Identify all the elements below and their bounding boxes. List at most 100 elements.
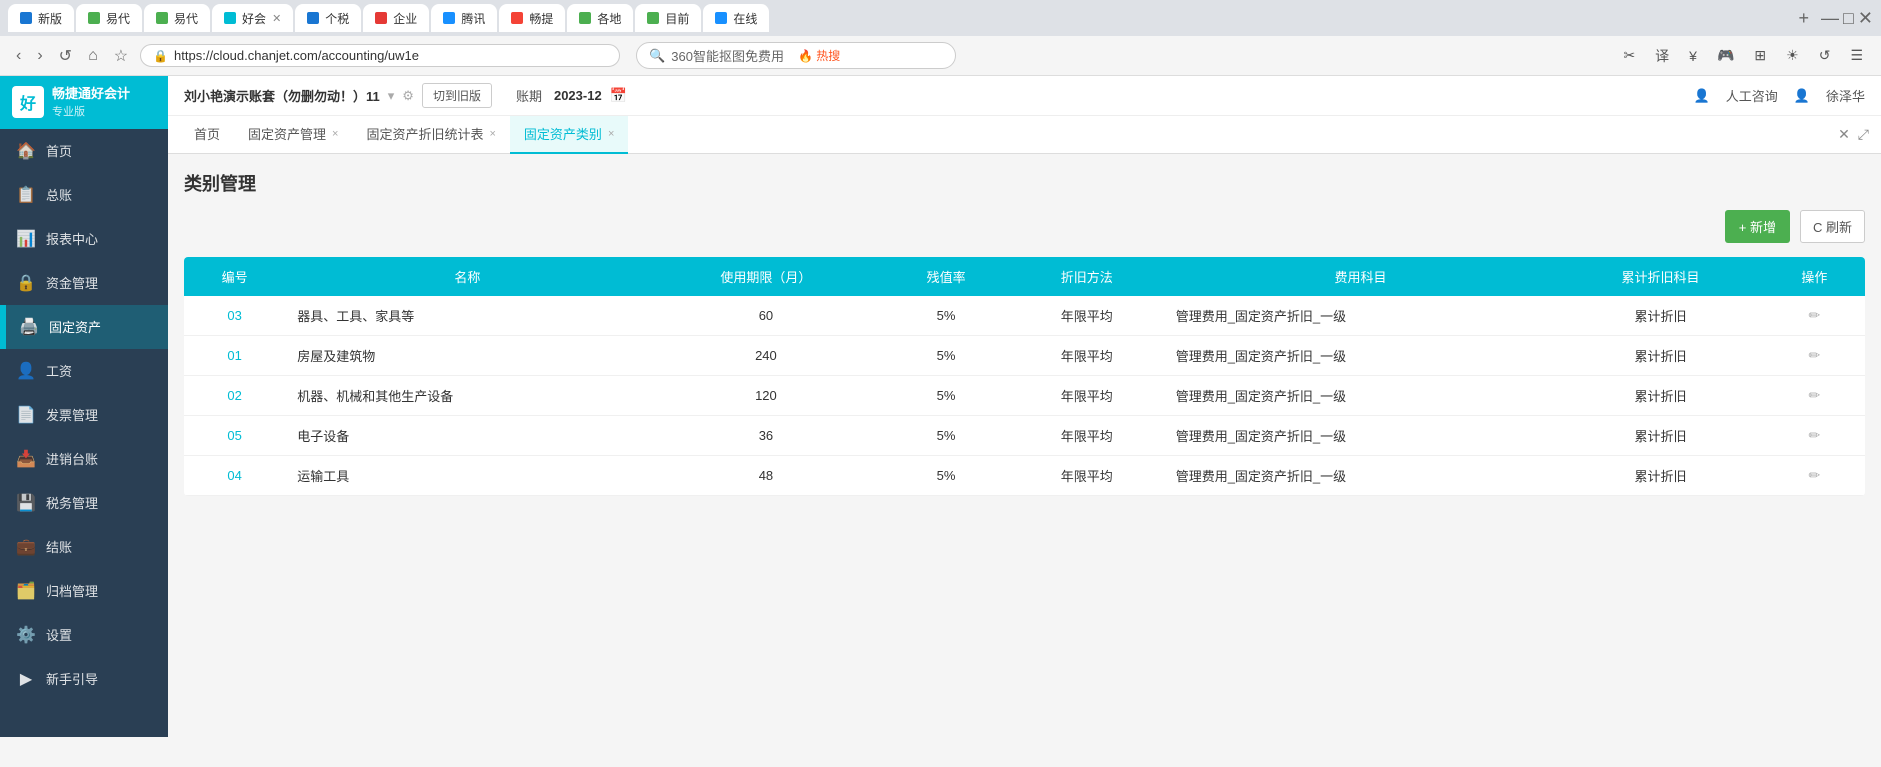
ssl-icon: 🔒 xyxy=(153,49,168,63)
cell-action-1[interactable]: ✏ xyxy=(1764,336,1865,376)
undo-icon[interactable]: ↺ xyxy=(1813,43,1837,68)
browser-tab-2[interactable]: 易代 xyxy=(76,4,142,32)
cell-months-0: 60 xyxy=(650,296,883,336)
sidebar-item-发票管理[interactable]: 📄发票管理 xyxy=(0,393,168,437)
edit-icon-2[interactable]: ✏ xyxy=(1808,387,1820,403)
browser-tab-9[interactable]: 各地 xyxy=(567,4,633,32)
cell-residual-3: 5% xyxy=(882,416,1010,456)
content-tab-close-2[interactable]: × xyxy=(489,128,495,140)
browser-tab-8[interactable]: 畅提 xyxy=(499,4,565,32)
content-tab-close-1[interactable]: × xyxy=(332,128,338,140)
nav-icon-2: 📊 xyxy=(16,229,36,249)
calendar-icon[interactable]: 📅 xyxy=(610,87,627,104)
content-tab-close-3[interactable]: × xyxy=(608,128,614,140)
cell-method-0: 年限平均 xyxy=(1010,296,1164,336)
sidebar-item-总账[interactable]: 📋总账 xyxy=(0,173,168,217)
browser-tab-4[interactable]: 好会✕ xyxy=(212,4,293,32)
user-account-name: 刘小艳演示账套（勿删勿动！）11 xyxy=(184,86,380,105)
nav-label-0: 首页 xyxy=(46,141,72,160)
content-tab-label-1: 固定资产管理 xyxy=(248,124,326,143)
edit-icon-3[interactable]: ✏ xyxy=(1808,427,1820,443)
cell-method-1: 年限平均 xyxy=(1010,336,1164,376)
cell-id-4: 04 xyxy=(184,456,285,496)
content-tab-2[interactable]: 固定资产折旧统计表 × xyxy=(352,116,509,154)
back-btn[interactable]: ‹ xyxy=(12,43,25,69)
browser-tab-7[interactable]: 腾讯 xyxy=(431,4,497,32)
sidebar-item-资金管理[interactable]: 🔒资金管理 xyxy=(0,261,168,305)
consult-label[interactable]: 人工咨询 xyxy=(1726,86,1778,105)
reload-btn[interactable]: ↺ xyxy=(55,42,76,70)
content-tab-3[interactable]: 固定资产类别× xyxy=(510,116,628,154)
table-header: 编号名称使用期限（月）残值率折旧方法费用科目累计折旧科目操作 xyxy=(184,257,1865,296)
game-icon[interactable]: 🎮 xyxy=(1711,43,1740,68)
translate-icon[interactable]: 译 xyxy=(1649,42,1675,70)
content-tab-1[interactable]: 固定资产管理 × xyxy=(234,116,352,154)
sidebar-item-结账[interactable]: 💼结账 xyxy=(0,525,168,569)
scissors-icon[interactable]: ✂ xyxy=(1617,43,1641,68)
maximize-btn[interactable]: □ xyxy=(1843,8,1854,29)
app-header: 刘小艳演示账套（勿删勿动！）11 ▾ ⚙ 切到旧版 账期 2023-12 📅 👤… xyxy=(168,76,1881,116)
nav-icon-9: 💼 xyxy=(16,537,36,557)
sidebar-item-工资[interactable]: 👤工资 xyxy=(0,349,168,393)
browser-tab-5[interactable]: 个税 xyxy=(295,4,361,32)
content-tabs: 首页固定资产管理×固定资产折旧统计表×固定资产类别× ✕ ⤢ xyxy=(168,116,1881,154)
home-btn[interactable]: ⌂ xyxy=(84,43,102,69)
tab-favicon-4 xyxy=(224,12,236,24)
wallet-icon[interactable]: ¥ xyxy=(1683,44,1703,68)
browser-tab-1[interactable]: 新版 xyxy=(8,4,74,32)
cell-action-4[interactable]: ✏ xyxy=(1764,456,1865,496)
edit-icon-4[interactable]: ✏ xyxy=(1808,467,1820,483)
grid-icon[interactable]: ⊞ xyxy=(1748,43,1772,68)
close-window-btn[interactable]: ✕ xyxy=(1858,8,1873,29)
browser-tab-0[interactable]: 在线 xyxy=(703,4,769,32)
sidebar-item-设置[interactable]: ⚙️设置 xyxy=(0,613,168,657)
dropdown-arrow[interactable]: ▾ xyxy=(388,88,395,104)
edit-icon-0[interactable]: ✏ xyxy=(1808,307,1820,323)
nav-label-6: 发票管理 xyxy=(46,405,98,424)
hot-search-label[interactable]: 🔥 热搜 xyxy=(798,47,840,64)
sidebar-item-税务管理[interactable]: 💾税务管理 xyxy=(0,481,168,525)
consult-icon: 👤 xyxy=(1694,88,1710,104)
browser-tab-10[interactable]: 目前 xyxy=(635,4,701,32)
tab-close-4[interactable]: ✕ xyxy=(272,12,281,25)
sidebar-logo: 好 畅捷通好会计 专业版 xyxy=(0,76,168,129)
cell-id-3: 05 xyxy=(184,416,285,456)
content-tab-label-2: 固定资产折旧统计表 xyxy=(366,124,483,143)
browser-tab-3[interactable]: 易代 xyxy=(144,4,210,32)
tab-favicon-0 xyxy=(715,12,727,24)
edit-icon-1[interactable]: ✏ xyxy=(1808,347,1820,363)
tab-label-0: 在线 xyxy=(733,10,757,27)
star-btn[interactable]: ☆ xyxy=(110,42,132,70)
tab-favicon-8 xyxy=(511,12,523,24)
menu-icon[interactable]: ☰ xyxy=(1844,43,1869,68)
add-btn[interactable]: + 新增 xyxy=(1725,210,1790,243)
refresh-btn[interactable]: C 刷新 xyxy=(1800,210,1865,243)
col-header-2: 使用期限（月） xyxy=(650,257,883,296)
window-close-icon[interactable]: ✕ xyxy=(1838,126,1850,143)
tab-label-7: 腾讯 xyxy=(461,10,485,27)
sidebar-item-新手引导[interactable]: ▶新手引导 xyxy=(0,657,168,701)
sidebar-item-固定资产[interactable]: 🖨️固定资产 xyxy=(0,305,168,349)
new-tab-btn[interactable]: + xyxy=(1799,8,1810,29)
sidebar-item-归档管理[interactable]: 🗂️归档管理 xyxy=(0,569,168,613)
address-text[interactable]: https://cloud.chanjet.com/accounting/uw1… xyxy=(174,48,419,63)
forward-btn[interactable]: › xyxy=(33,43,46,69)
cell-action-0[interactable]: ✏ xyxy=(1764,296,1865,336)
search-text: 360智能抠图免费用 xyxy=(671,46,784,65)
user-action-icon[interactable]: ⚙ xyxy=(402,88,414,104)
switch-version-btn[interactable]: 切到旧版 xyxy=(422,83,492,108)
cell-action-3[interactable]: ✏ xyxy=(1764,416,1865,456)
sidebar-item-首页[interactable]: 🏠首页 xyxy=(0,129,168,173)
sidebar-item-进销台账[interactable]: 📥进销台账 xyxy=(0,437,168,481)
cell-action-2[interactable]: ✏ xyxy=(1764,376,1865,416)
cell-method-3: 年限平均 xyxy=(1010,416,1164,456)
sidebar-item-报表中心[interactable]: 📊报表中心 xyxy=(0,217,168,261)
sun-icon[interactable]: ☀ xyxy=(1780,43,1805,68)
minimize-btn[interactable]: — xyxy=(1821,8,1839,29)
cell-id-2: 02 xyxy=(184,376,285,416)
window-expand-icon[interactable]: ⤢ xyxy=(1858,126,1869,143)
cell-accum-1: 累计折旧 xyxy=(1557,336,1763,376)
nav-icon-12: ▶ xyxy=(16,669,36,689)
content-tab-0[interactable]: 首页 xyxy=(180,116,234,154)
browser-tab-6[interactable]: 企业 xyxy=(363,4,429,32)
